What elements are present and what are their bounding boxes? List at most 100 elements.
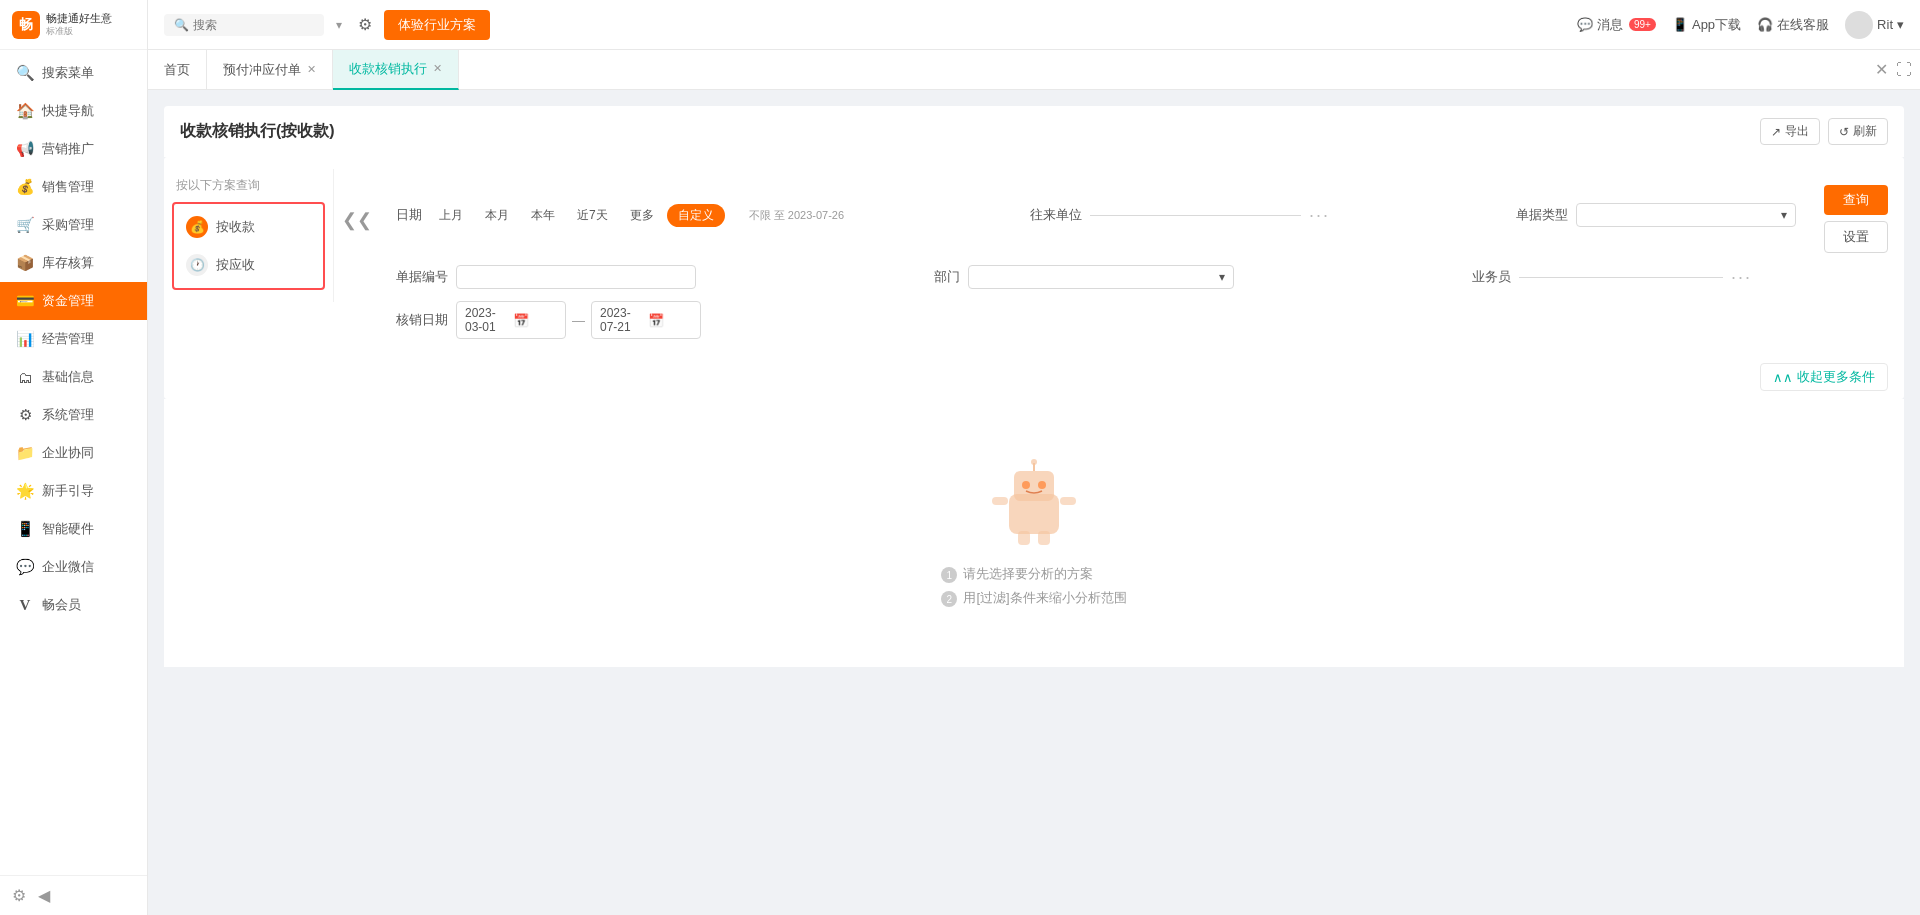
sidebar-item-corp[interactable]: 📁 企业协同 — [0, 434, 147, 472]
service-icon: 🎧 — [1757, 17, 1773, 32]
filter-group-docno: 单据编号 — [396, 265, 696, 289]
sidebar-item-finance[interactable]: 💳 资金管理 — [0, 282, 147, 320]
writeoff-start-input[interactable]: 2023-03-01 📅 — [456, 301, 566, 339]
sidebar-item-basic[interactable]: 🗂 基础信息 — [0, 358, 147, 396]
sidebar-bottom: ⚙ ◀ — [0, 875, 147, 915]
dept-chevron-icon: ▾ — [1219, 270, 1225, 284]
sidebar-label-basic: 基础信息 — [42, 368, 94, 386]
writeoff-end-cal-icon[interactable]: 📅 — [648, 313, 692, 328]
counterpart-dots-icon[interactable]: ··· — [1309, 205, 1330, 226]
filter-receivable-label: 按应收 — [216, 256, 255, 274]
tabs-bar: 首页 预付冲应付单 ✕ 收款核销执行 ✕ ✕ ⛶ — [148, 50, 1920, 90]
collapse-more-section: ∧∧ 收起更多条件 — [164, 355, 1904, 399]
sidebar-item-biz[interactable]: 📊 经营管理 — [0, 320, 147, 358]
filter-area: 按以下方案查询 💰 按收款 🕐 按应收 — [164, 157, 1904, 355]
topbar-search-input[interactable] — [193, 18, 313, 32]
filter-options-box: 💰 按收款 🕐 按应收 — [172, 202, 325, 290]
user-chevron-icon: ▾ — [1897, 17, 1904, 32]
sidebar-label-finance: 资金管理 — [42, 292, 94, 310]
tab-maximize-icon[interactable]: ⛶ — [1896, 61, 1912, 79]
tab-receipt-close-icon[interactable]: ✕ — [433, 62, 442, 75]
collapse-up-icon: ∧∧ — [1773, 370, 1793, 385]
doctype-select[interactable]: ▾ — [1576, 203, 1796, 227]
filter-option-by-receipt[interactable]: 💰 按收款 — [178, 208, 319, 246]
filter-receipt-icon: 💰 — [186, 216, 208, 238]
sidebar-item-hardware[interactable]: 📱 智能硬件 — [0, 510, 147, 548]
sidebar-item-member[interactable]: V 畅会员 — [0, 586, 147, 624]
hint1-text: 请先选择要分析的方案 — [963, 565, 1093, 583]
biz-icon: 📊 — [16, 330, 34, 348]
sidebar-label-quicknav: 快捷导航 — [42, 102, 94, 120]
tab-close-all-icon[interactable]: ✕ — [1875, 60, 1888, 79]
filter-group-staff: 业务员 ··· — [1472, 267, 1752, 288]
topbar-chevron-icon[interactable]: ▾ — [336, 18, 342, 32]
sidebar-item-guide[interactable]: 🌟 新手引导 — [0, 472, 147, 510]
sidebar-label-purchase: 采购管理 — [42, 216, 94, 234]
docno-input[interactable] — [456, 265, 696, 289]
guide-icon: 🌟 — [16, 482, 34, 500]
filter-group-writeoff: 核销日期 2023-03-01 📅 — 2023-07-21 📅 — [396, 301, 701, 339]
writeoff-end-input[interactable]: 2023-07-21 📅 — [591, 301, 701, 339]
sidebar-logo: 畅 畅捷通好生意 标准版 — [0, 0, 147, 50]
topbar-search-box[interactable]: 🔍 — [164, 14, 324, 36]
sidebar-item-search[interactable]: 🔍 搜索菜单 — [0, 54, 147, 92]
sidebar-item-system[interactable]: ⚙ 系统管理 — [0, 396, 147, 434]
query-button[interactable]: 查询 — [1824, 185, 1888, 215]
settings-gear-icon[interactable]: ⚙ — [12, 886, 26, 905]
counterpart-input-area — [1090, 215, 1301, 216]
sidebar-label-corp: 企业协同 — [42, 444, 94, 462]
tab-home[interactable]: 首页 — [148, 50, 207, 90]
solution-button[interactable]: 体验行业方案 — [384, 10, 490, 40]
message-item[interactable]: 💬 消息 99+ — [1577, 16, 1656, 34]
tab-prepay-close-icon[interactable]: ✕ — [307, 63, 316, 76]
tabs-right-actions: ✕ ⛶ — [1875, 60, 1920, 79]
sidebar-item-purchase[interactable]: 🛒 采购管理 — [0, 206, 147, 244]
date-btn-thisyear[interactable]: 本年 — [522, 204, 564, 227]
logo-name: 畅捷通好生意 — [46, 11, 112, 25]
writeoff-date-dash: — — [572, 313, 585, 328]
svg-rect-9 — [1038, 531, 1050, 545]
sidebar-collapse-icon[interactable]: ◀ — [38, 886, 50, 905]
sidebar-item-sales[interactable]: 💰 销售管理 — [0, 168, 147, 206]
filter-sidebar-collapse-btn[interactable]: ❮❮ — [334, 209, 380, 231]
collapse-more-button[interactable]: ∧∧ 收起更多条件 — [1760, 363, 1888, 391]
export-button[interactable]: ↗ 导出 — [1760, 118, 1820, 145]
service-label: 在线客服 — [1777, 16, 1829, 34]
sidebar-item-wechat[interactable]: 💬 企业微信 — [0, 548, 147, 586]
counterpart-label: 往来单位 — [1030, 206, 1082, 224]
sidebar-label-marketing: 营销推广 — [42, 140, 94, 158]
topbar-right: 💬 消息 99+ 📱 App下载 🎧 在线客服 Rit ▾ — [1577, 11, 1904, 39]
filter-option-by-receivable[interactable]: 🕐 按应收 — [178, 246, 319, 284]
page-header-actions: ↗ 导出 ↺ 刷新 — [1760, 118, 1888, 145]
step1-num: 1 — [941, 567, 957, 583]
message-label: 消息 — [1597, 16, 1623, 34]
main-area: 🔍 ▾ ⚙ 体验行业方案 💬 消息 99+ 📱 App下载 🎧 在线客服 Rit — [148, 0, 1920, 915]
sidebar-item-inventory[interactable]: 📦 库存核算 — [0, 244, 147, 282]
date-btn-more[interactable]: 更多 — [621, 204, 663, 227]
app-download-item[interactable]: 📱 App下载 — [1672, 16, 1741, 34]
date-btn-lastmonth[interactable]: 上月 — [430, 204, 472, 227]
svg-point-3 — [1038, 481, 1046, 489]
date-btn-thismonth[interactable]: 本月 — [476, 204, 518, 227]
svg-rect-6 — [992, 497, 1008, 505]
tab-receipt[interactable]: 收款核销执行 ✕ — [333, 50, 459, 90]
writeoff-date-label: 核销日期 — [396, 311, 448, 329]
dept-select[interactable]: ▾ — [968, 265, 1234, 289]
staff-dots-icon[interactable]: ··· — [1731, 267, 1752, 288]
setting-button[interactable]: 设置 — [1824, 221, 1888, 253]
user-avatar-item[interactable]: Rit ▾ — [1845, 11, 1904, 39]
empty-hint-1: 1 请先选择要分析的方案 — [941, 565, 1126, 583]
refresh-button[interactable]: ↺ 刷新 — [1828, 118, 1888, 145]
topbar-search-icon: 🔍 — [174, 18, 189, 32]
sidebar-label-sales: 销售管理 — [42, 178, 94, 196]
sidebar-label-system: 系统管理 — [42, 406, 94, 424]
filter-group-dept: 部门 ▾ — [934, 265, 1234, 289]
writeoff-start-cal-icon[interactable]: 📅 — [513, 313, 557, 328]
date-btn-custom[interactable]: 自定义 — [667, 204, 725, 227]
topbar-gear-icon[interactable]: ⚙ — [358, 15, 372, 34]
sidebar-item-quicknav[interactable]: 🏠 快捷导航 — [0, 92, 147, 130]
sidebar-item-marketing[interactable]: 📢 营销推广 — [0, 130, 147, 168]
date-btn-7days[interactable]: 近7天 — [568, 204, 617, 227]
tab-prepay[interactable]: 预付冲应付单 ✕ — [207, 50, 333, 90]
service-item[interactable]: 🎧 在线客服 — [1757, 16, 1829, 34]
